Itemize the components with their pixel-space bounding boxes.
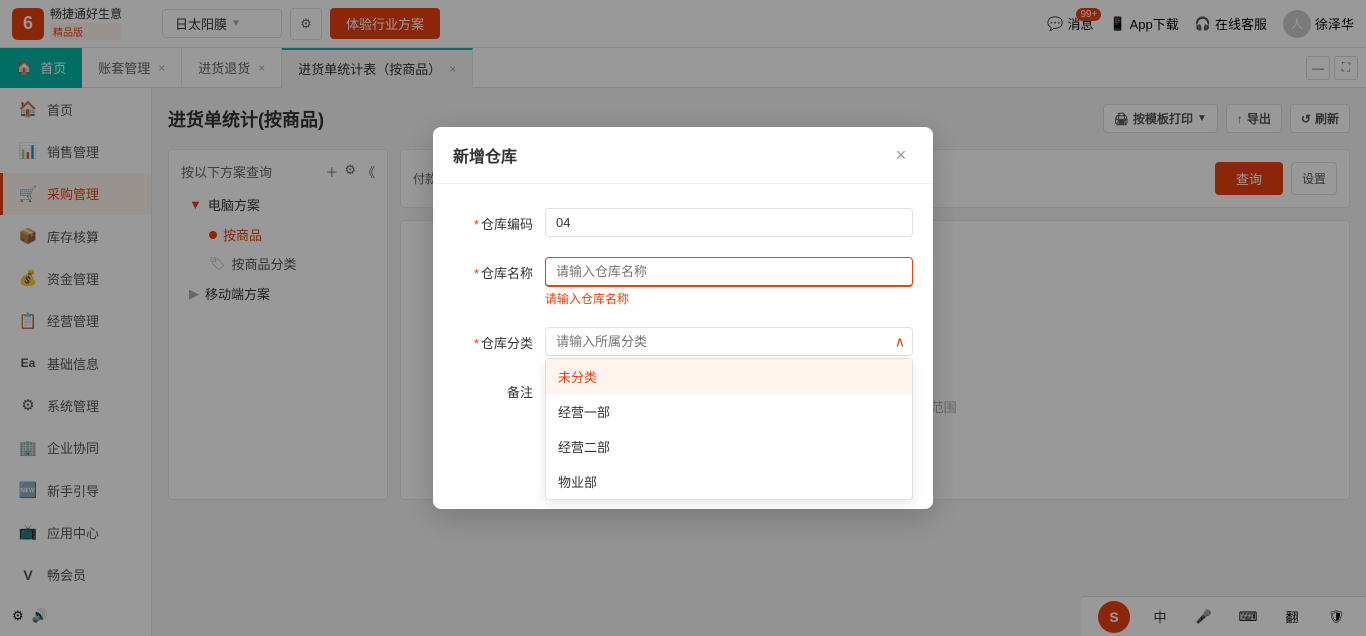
- category-form-row: 仓库分类 ∧ 未分类 经营一部 经营二部 物业部: [453, 327, 913, 356]
- dropdown-item-none[interactable]: 未分类: [546, 359, 912, 394]
- category-field: ∧ 未分类 经营一部 经营二部 物业部: [545, 327, 913, 356]
- category-dropdown: 未分类 经营一部 经营二部 物业部: [545, 358, 913, 500]
- dialog-title: 新增仓库: [453, 143, 517, 167]
- chevron-up-icon[interactable]: ∧: [895, 333, 905, 350]
- category-input[interactable]: [545, 327, 913, 356]
- category-label: 仓库分类: [453, 327, 533, 352]
- dropdown-item-dept1[interactable]: 经营一部: [546, 394, 912, 429]
- code-form-row: 仓库编码: [453, 208, 913, 237]
- name-error-msg: 请输入仓库名称: [545, 290, 913, 307]
- note-label: 备注: [453, 376, 533, 401]
- dialog-overlay: 新增仓库 × 仓库编码 仓库名称 请输入仓库名称 仓库分类: [0, 0, 1366, 636]
- name-input[interactable]: [545, 257, 913, 287]
- dialog-body: 仓库编码 仓库名称 请输入仓库名称 仓库分类 ∧: [433, 184, 933, 441]
- add-warehouse-dialog: 新增仓库 × 仓库编码 仓库名称 请输入仓库名称 仓库分类: [433, 127, 933, 509]
- dialog-close-button[interactable]: ×: [889, 143, 913, 167]
- code-label: 仓库编码: [453, 208, 533, 233]
- dialog-header: 新增仓库 ×: [433, 127, 933, 184]
- name-label: 仓库名称: [453, 257, 533, 282]
- name-form-row: 仓库名称 请输入仓库名称: [453, 257, 913, 307]
- dropdown-item-dept2[interactable]: 经营二部: [546, 429, 912, 464]
- name-field: 请输入仓库名称: [545, 257, 913, 307]
- dropdown-item-dept3[interactable]: 物业部: [546, 464, 912, 499]
- category-select-wrapper: ∧ 未分类 经营一部 经营二部 物业部: [545, 327, 913, 356]
- code-field: [545, 208, 913, 237]
- code-input[interactable]: [545, 208, 913, 237]
